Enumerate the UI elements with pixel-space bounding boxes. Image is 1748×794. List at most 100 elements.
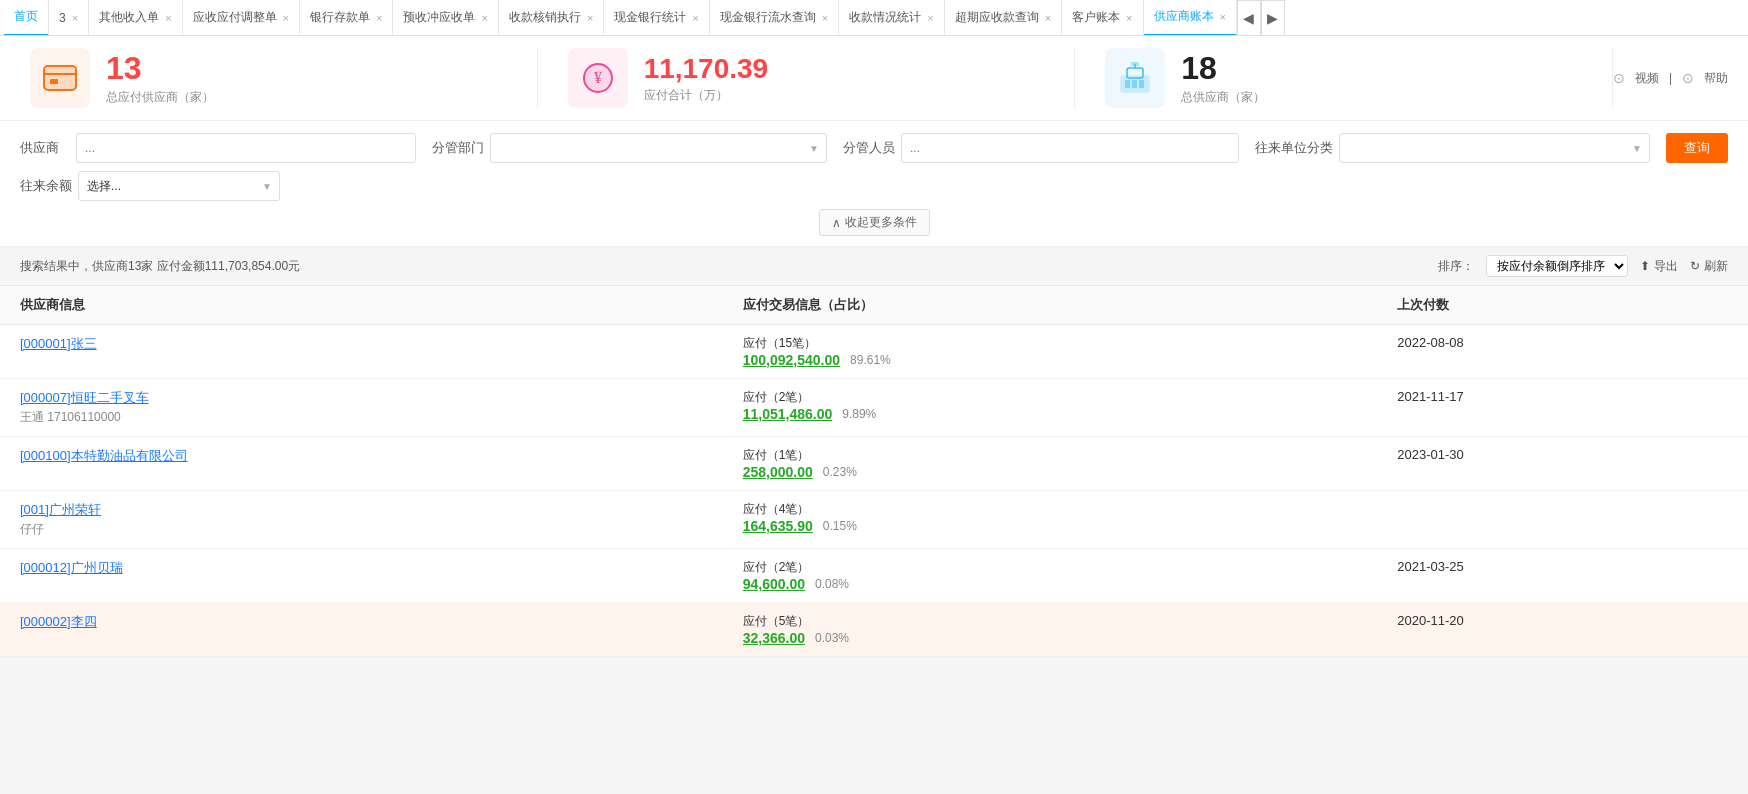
nav-tab-advance-receive[interactable]: 预收冲应收单 ×: [393, 0, 498, 36]
divider: |: [1669, 71, 1672, 85]
table-wrap: 供应商信息 应付交易信息（占比） 上次付数 [000001]张三应付（15笔）1…: [0, 286, 1748, 657]
unit-class-filter-label: 往来单位分类: [1255, 139, 1333, 157]
export-label: 导出: [1654, 258, 1678, 275]
refresh-button[interactable]: ↻ 刷新: [1690, 258, 1728, 275]
close-tab-bank-deposit-icon[interactable]: ×: [376, 12, 382, 24]
close-tab-collection-stat-icon[interactable]: ×: [927, 12, 933, 24]
nav-tab-other-income[interactable]: 其他收入单 ×: [89, 0, 182, 36]
tx-amount[interactable]: 94,600.00: [743, 576, 805, 592]
close-tab-supplier-account-icon[interactable]: ×: [1220, 11, 1226, 23]
result-bar-right: 排序： 按应付余额倒序排序 ⬆ 导出 ↻ 刷新: [1438, 255, 1728, 277]
sort-select[interactable]: 按应付余额倒序排序: [1486, 255, 1628, 277]
video-link[interactable]: 视频: [1635, 70, 1659, 87]
nav-tab-cash-bank-flow[interactable]: 现金银行流水查询 ×: [710, 0, 839, 36]
nav-tab-bank-deposit-label: 银行存款单: [310, 9, 370, 26]
nav-tab-3-label: 3: [59, 11, 66, 25]
nav-tab-advance-receive-label: 预收冲应收单: [403, 9, 475, 26]
tx-pct: 0.08%: [815, 577, 849, 591]
nav-tab-bank-deposit[interactable]: 银行存款单 ×: [300, 0, 393, 36]
th-tx-info: 应付交易信息（占比）: [723, 286, 1378, 325]
nav-tab-ar-adjust[interactable]: 应收应付调整单 ×: [183, 0, 300, 36]
nav-tab-other-income-label: 其他收入单: [99, 9, 159, 26]
nav-tab-cash-bank-stat[interactable]: 现金银行统计 ×: [604, 0, 709, 36]
last-pay-cell: 2020-11-20: [1377, 603, 1748, 657]
last-pay-cell: 2021-03-25: [1377, 549, 1748, 603]
tx-info-cell: 应付（4笔）164,635.900.15%: [723, 491, 1378, 549]
close-tab-cash-bank-stat-icon[interactable]: ×: [692, 12, 698, 24]
svg-rect-9: [1132, 80, 1137, 88]
close-tab-3-icon[interactable]: ×: [72, 12, 78, 24]
circle-icon: ⊙: [1613, 70, 1625, 86]
nav-tab-collection-stat[interactable]: 收款情况统计 ×: [839, 0, 944, 36]
supplier-link[interactable]: [000100]本特勤油品有限公司: [20, 448, 188, 463]
last-pay-cell: 2022-08-08: [1377, 325, 1748, 379]
nav-tab-overdue-query[interactable]: 超期应收款查询 ×: [945, 0, 1062, 36]
last-pay-cell: 2023-01-30: [1377, 437, 1748, 491]
table-row: [000001]张三应付（15笔）100,092,540.0089.61%202…: [0, 325, 1748, 379]
unit-class-select-wrap: ▼: [1339, 133, 1651, 163]
tx-amount[interactable]: 32,366.00: [743, 630, 805, 646]
close-tab-customer-account-icon[interactable]: ×: [1126, 12, 1132, 24]
unit-class-select[interactable]: [1339, 133, 1651, 163]
table-row: [000012]广州贝瑞应付（2笔）94,600.000.08%2021-03-…: [0, 549, 1748, 603]
export-button[interactable]: ⬆ 导出: [1640, 258, 1678, 275]
nav-tab-supplier-account[interactable]: 供应商账本 ×: [1144, 0, 1237, 36]
supplier-link[interactable]: [000001]张三: [20, 336, 97, 351]
supplier-input[interactable]: [76, 133, 416, 163]
tx-label: 应付（5笔）: [743, 613, 1358, 630]
person-input[interactable]: [901, 133, 1239, 163]
query-button[interactable]: 查询: [1666, 133, 1728, 163]
last-pay-cell: [1377, 491, 1748, 549]
close-tab-collection-exec-icon[interactable]: ×: [587, 12, 593, 24]
tx-amount[interactable]: 11,051,486.00: [743, 406, 833, 422]
nav-tab-supplier-account-label: 供应商账本: [1154, 8, 1214, 25]
close-tab-other-income-icon[interactable]: ×: [165, 12, 171, 24]
dept-select[interactable]: [490, 133, 828, 163]
th-last-pay: 上次付数: [1377, 286, 1748, 325]
tx-pct: 0.03%: [815, 631, 849, 645]
balance-select[interactable]: 选择...: [78, 171, 280, 201]
nav-tab-collection-exec-label: 收款核销执行: [509, 9, 581, 26]
close-tab-ar-adjust-icon[interactable]: ×: [283, 12, 289, 24]
supplier-link[interactable]: [000007]恒旺二手叉车: [20, 390, 149, 405]
table-row: [000007]恒旺二手叉车王通 17106110000应付（2笔）11,051…: [0, 379, 1748, 437]
svg-rect-13: [1131, 62, 1139, 66]
last-pay-cell: 2021-11-17: [1377, 379, 1748, 437]
nav-tab-home[interactable]: 首页: [4, 0, 49, 36]
tx-pct: 9.89%: [842, 407, 876, 421]
nav-prev-arrow[interactable]: ◀: [1237, 0, 1261, 36]
close-tab-advance-receive-icon[interactable]: ×: [481, 12, 487, 24]
supplier-link[interactable]: [001]广州荣轩: [20, 502, 101, 517]
sort-label: 排序：: [1438, 258, 1474, 275]
close-tab-cash-bank-flow-icon[interactable]: ×: [822, 12, 828, 24]
tx-label: 应付（1笔）: [743, 447, 1358, 464]
tx-info-cell: 应付（2笔）94,600.000.08%: [723, 549, 1378, 603]
supplier-info-cell: [000012]广州贝瑞: [0, 549, 723, 603]
stat-label-payable-total: 应付合计（万）: [644, 87, 769, 104]
stat-number-payable-suppliers: 13: [106, 50, 214, 87]
filter-item-person: 分管人员: [843, 133, 1239, 163]
tx-info-cell: 应付（2笔）11,051,486.00 9.89%: [723, 379, 1378, 437]
tx-amount[interactable]: 100,092,540.00: [743, 352, 840, 368]
supplier-link[interactable]: [000002]李四: [20, 614, 97, 629]
svg-text:¥: ¥: [594, 69, 602, 86]
refresh-icon: ↻: [1690, 259, 1700, 273]
collapse-button[interactable]: ∧ 收起更多条件: [819, 209, 930, 236]
supplier-info-cell: [001]广州荣轩仔仔: [0, 491, 723, 549]
close-tab-overdue-query-icon[interactable]: ×: [1045, 12, 1051, 24]
tx-label: 应付（2笔）: [743, 389, 1358, 406]
tx-amount[interactable]: 258,000.00: [743, 464, 813, 480]
nav-tab-collection-exec[interactable]: 收款核销执行 ×: [499, 0, 604, 36]
table-row: [000100]本特勤油品有限公司应付（1笔）258,000.000.23%20…: [0, 437, 1748, 491]
table-header-row: 供应商信息 应付交易信息（占比） 上次付数: [0, 286, 1748, 325]
nav-tab-customer-account[interactable]: 客户账本 ×: [1062, 0, 1143, 36]
tx-amount[interactable]: 164,635.90: [743, 518, 813, 534]
nav-tab-3[interactable]: 3 ×: [49, 0, 89, 36]
stat-label-payable-suppliers: 总应付供应商（家）: [106, 89, 214, 106]
help-link[interactable]: 帮助: [1704, 70, 1728, 87]
nav-next-arrow[interactable]: ▶: [1261, 0, 1285, 36]
nav-tab-cash-bank-flow-label: 现金银行流水查询: [720, 9, 816, 26]
top-nav: 首页 3 × 其他收入单 × 应收应付调整单 × 银行存款单 × 预收冲应收单 …: [0, 0, 1748, 36]
tx-pct: 0.15%: [823, 519, 857, 533]
supplier-link[interactable]: [000012]广州贝瑞: [20, 560, 123, 575]
